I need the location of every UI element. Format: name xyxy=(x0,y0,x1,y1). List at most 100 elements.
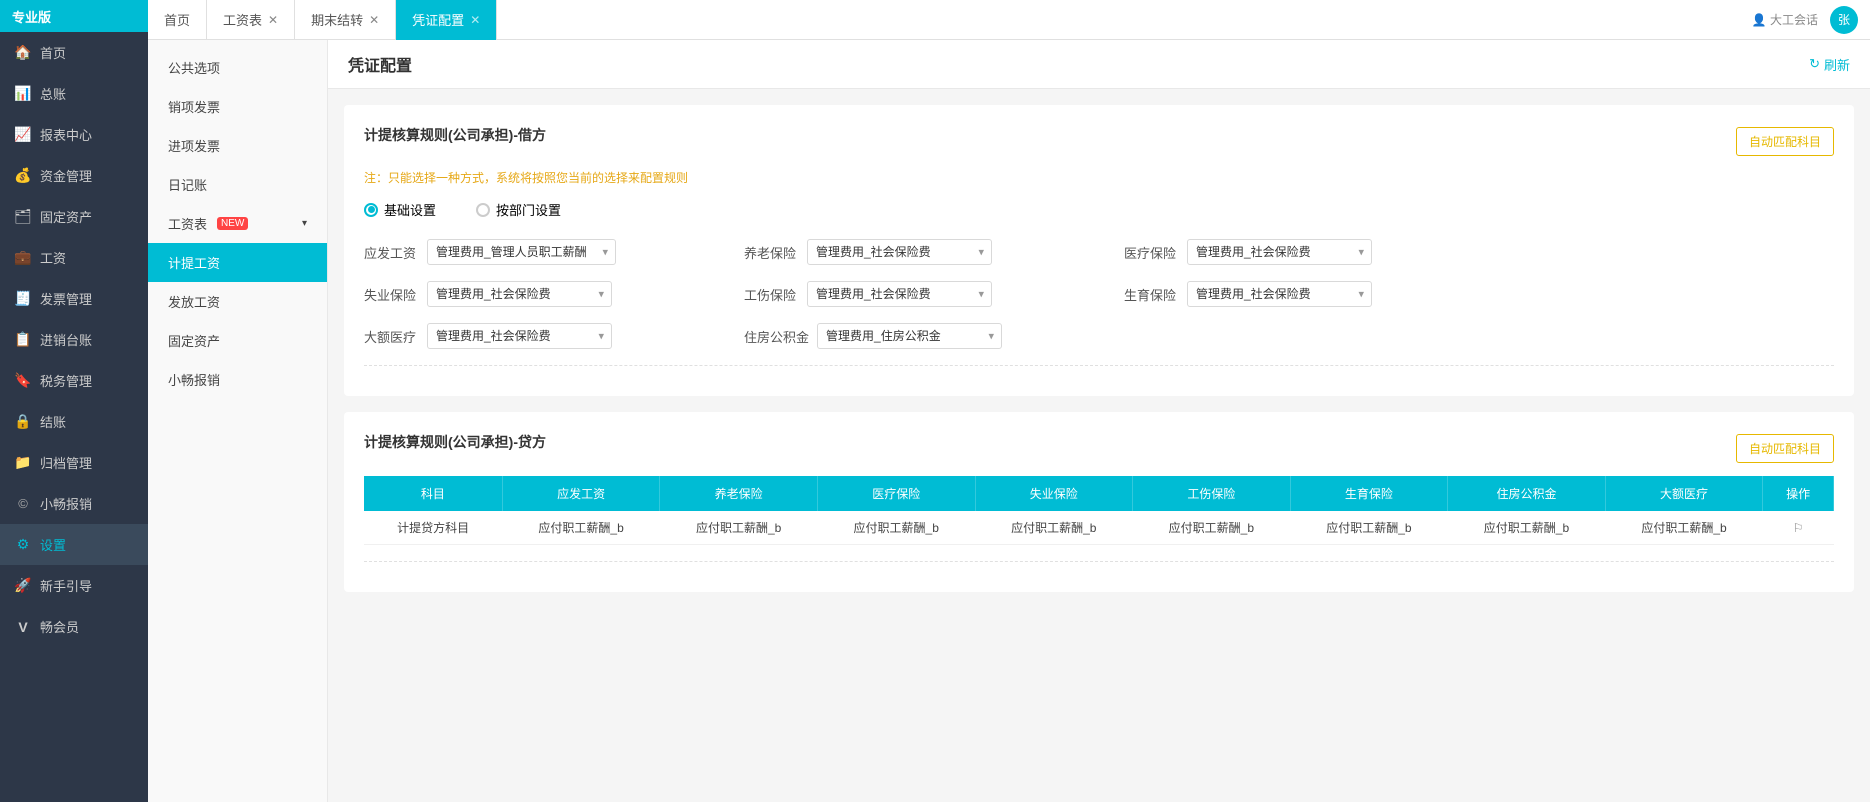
tax-icon: 🔖 xyxy=(14,372,32,389)
th-subject: 科目 xyxy=(364,476,502,511)
injury-label: 工伤保险 xyxy=(744,285,799,304)
left-nav-label: 发放工资 xyxy=(168,292,220,311)
sidebar-item-purchase-sales[interactable]: 📋 进销台账 xyxy=(0,319,148,360)
salary-icon: 💼 xyxy=(14,249,32,266)
sidebar-item-label: 小畅报销 xyxy=(40,494,92,513)
closing-icon: 🔒 xyxy=(14,413,32,430)
credit-auto-match-button[interactable]: 自动匹配科目 xyxy=(1736,434,1834,463)
housing-select[interactable]: 管理费用_住房公积金 xyxy=(817,323,1002,349)
tab-period-label: 期末结转 xyxy=(311,10,363,29)
tab-home[interactable]: 首页 xyxy=(148,0,207,40)
medical-select-wrapper: 管理费用_社会保险费 xyxy=(1187,239,1372,265)
td-action[interactable]: ⚐ xyxy=(1763,511,1834,545)
debit-auto-match-button[interactable]: 自动匹配科目 xyxy=(1736,127,1834,156)
field-pension: 养老保险 管理费用_社会保险费 xyxy=(744,239,1104,265)
left-nav-distribute-salary[interactable]: 发放工资 xyxy=(148,282,327,321)
sidebar-item-label: 首页 xyxy=(40,43,66,62)
left-nav-label: 日记账 xyxy=(168,175,207,194)
payroll-select[interactable]: 管理费用_管理人员职工薪酬 xyxy=(427,239,616,265)
app-logo: 专业版 xyxy=(0,0,148,32)
sidebar-item-report-center[interactable]: 📈 报表中心 xyxy=(0,114,148,155)
left-nav-label: 进项发票 xyxy=(168,136,220,155)
refresh-button[interactable]: ↻ 刷新 xyxy=(1809,55,1850,74)
purchase-icon: 📋 xyxy=(14,331,32,348)
th-housing: 住房公积金 xyxy=(1448,476,1606,511)
payroll-select-wrapper: 管理费用_管理人员职工薪酬 xyxy=(427,239,616,265)
sidebar-item-tax-mgmt[interactable]: 🔖 税务管理 xyxy=(0,360,148,401)
sidebar-item-xiaochang-report[interactable]: © 小畅报销 xyxy=(0,483,148,524)
field-maternity: 生育保险 管理费用_社会保险费 xyxy=(1124,281,1484,307)
radio-group: 基础设置 按部门设置 xyxy=(364,200,1834,219)
injury-select[interactable]: 管理费用_社会保险费 xyxy=(807,281,992,307)
left-nav-sales-invoice[interactable]: 销项发票 xyxy=(148,87,327,126)
credit-section-header: 计提核算规则(公司承担)-贷方 自动匹配科目 xyxy=(364,432,1834,464)
maternity-label: 生育保险 xyxy=(1124,285,1179,304)
left-nav-label: 公共选项 xyxy=(168,58,220,77)
vip-icon: V xyxy=(14,619,32,635)
radio-dept[interactable]: 按部门设置 xyxy=(476,200,561,219)
tab-salary-table[interactable]: 工资表 ✕ xyxy=(207,0,295,40)
credit-section: 计提核算规则(公司承担)-贷方 自动匹配科目 科目 应发工资 养老保险 医疗保险… xyxy=(344,412,1854,592)
pension-select[interactable]: 管理费用_社会保险费 xyxy=(807,239,992,265)
sidebar-item-home[interactable]: 🏠 首页 xyxy=(0,32,148,73)
left-nav-calc-salary[interactable]: 计提工资 xyxy=(148,243,327,282)
sidebar-item-general-ledger[interactable]: 📊 总账 xyxy=(0,73,148,114)
tab-salary-label: 工资表 xyxy=(223,10,262,29)
sidebar-item-label: 新手引导 xyxy=(40,576,92,595)
sidebar-item-vip[interactable]: V 畅会员 xyxy=(0,606,148,647)
radio-basic[interactable]: 基础设置 xyxy=(364,200,436,219)
left-nav-salary-table[interactable]: 工资表 NEW ▾ xyxy=(148,204,327,243)
left-nav-diary[interactable]: 日记账 xyxy=(148,165,327,204)
unemployment-select[interactable]: 管理费用_社会保险费 xyxy=(427,281,612,307)
debit-form-row-1: 应发工资 管理费用_管理人员职工薪酬 养老保险 管理费用_社会保险费 xyxy=(364,239,1834,265)
left-nav-label: 计提工资 xyxy=(168,253,220,272)
sidebar-item-settings[interactable]: ⚙ 设置 xyxy=(0,524,148,565)
left-nav-label: 销项发票 xyxy=(168,97,220,116)
left-nav: 公共选项 销项发票 进项发票 日记账 工资表 NEW ▾ 计提工资 发放工资 xyxy=(148,40,328,802)
settings-icon: ⚙ xyxy=(14,536,32,553)
sidebar-item-invoice-mgmt[interactable]: 🧾 发票管理 xyxy=(0,278,148,319)
sidebar-item-label: 进销台账 xyxy=(40,330,92,349)
fund-icon: 💰 xyxy=(14,167,32,184)
th-major-medical: 大额医疗 xyxy=(1605,476,1763,511)
payroll-label: 应发工资 xyxy=(364,243,419,262)
sidebar-item-salary[interactable]: 💼 工资 xyxy=(0,237,148,278)
major-medical-select-wrapper: 管理费用_社会保险费 xyxy=(427,323,612,349)
unemployment-select-wrapper: 管理费用_社会保险费 xyxy=(427,281,612,307)
sidebar-item-fixed-assets[interactable]: 🗂 固定资产 xyxy=(0,196,148,237)
th-unemployment: 失业保险 xyxy=(975,476,1133,511)
user-info: 👤 大工会话 xyxy=(1752,11,1818,28)
unemployment-label: 失业保险 xyxy=(364,285,419,304)
injury-select-wrapper: 管理费用_社会保险费 xyxy=(807,281,992,307)
th-pension: 养老保险 xyxy=(660,476,818,511)
td-maternity: 应付职工薪酬_b xyxy=(1290,511,1448,545)
sidebar-item-label: 税务管理 xyxy=(40,371,92,390)
field-injury: 工伤保险 管理费用_社会保险费 xyxy=(744,281,1104,307)
radio-basic-label: 基础设置 xyxy=(384,200,436,219)
tab-period-close-icon[interactable]: ✕ xyxy=(369,13,379,27)
sidebar-item-archive-mgmt[interactable]: 📁 归档管理 xyxy=(0,442,148,483)
maternity-select[interactable]: 管理费用_社会保险费 xyxy=(1187,281,1372,307)
td-payroll: 应付职工薪酬_b xyxy=(502,511,660,545)
tab-salary-close-icon[interactable]: ✕ xyxy=(268,13,278,27)
sidebar-item-label: 畅会员 xyxy=(40,617,79,636)
sidebar-item-guide[interactable]: 🚀 新手引导 xyxy=(0,565,148,606)
tab-period-close[interactable]: 期末结转 ✕ xyxy=(295,0,396,40)
sidebar-item-label: 结账 xyxy=(40,412,66,431)
left-nav-purchase-invoice[interactable]: 进项发票 xyxy=(148,126,327,165)
tab-voucher-close-icon[interactable]: ✕ xyxy=(470,13,480,27)
tab-voucher-config[interactable]: 凭证配置 ✕ xyxy=(396,0,497,40)
left-nav-public-options[interactable]: 公共选项 xyxy=(148,48,327,87)
sidebar-item-fund-mgmt[interactable]: 💰 资金管理 xyxy=(0,155,148,196)
medical-select[interactable]: 管理费用_社会保险费 xyxy=(1187,239,1372,265)
debit-section-title: 计提核算规则(公司承担)-借方 xyxy=(364,125,546,145)
field-medical: 医疗保险 管理费用_社会保险费 xyxy=(1124,239,1484,265)
left-nav-fixed-assets[interactable]: 固定资产 xyxy=(148,321,327,360)
refresh-label: 刷新 xyxy=(1824,55,1850,74)
sidebar-item-closing[interactable]: 🔒 结账 xyxy=(0,401,148,442)
debit-section-note: 注：只能选择一种方式，系统将按照您当前的选择来配置规则 xyxy=(364,169,1834,186)
left-nav-xiaochang-report[interactable]: 小畅报销 xyxy=(148,360,327,399)
radio-basic-circle xyxy=(364,203,378,217)
major-medical-select[interactable]: 管理费用_社会保险费 xyxy=(427,323,612,349)
credit-divider xyxy=(364,561,1834,562)
